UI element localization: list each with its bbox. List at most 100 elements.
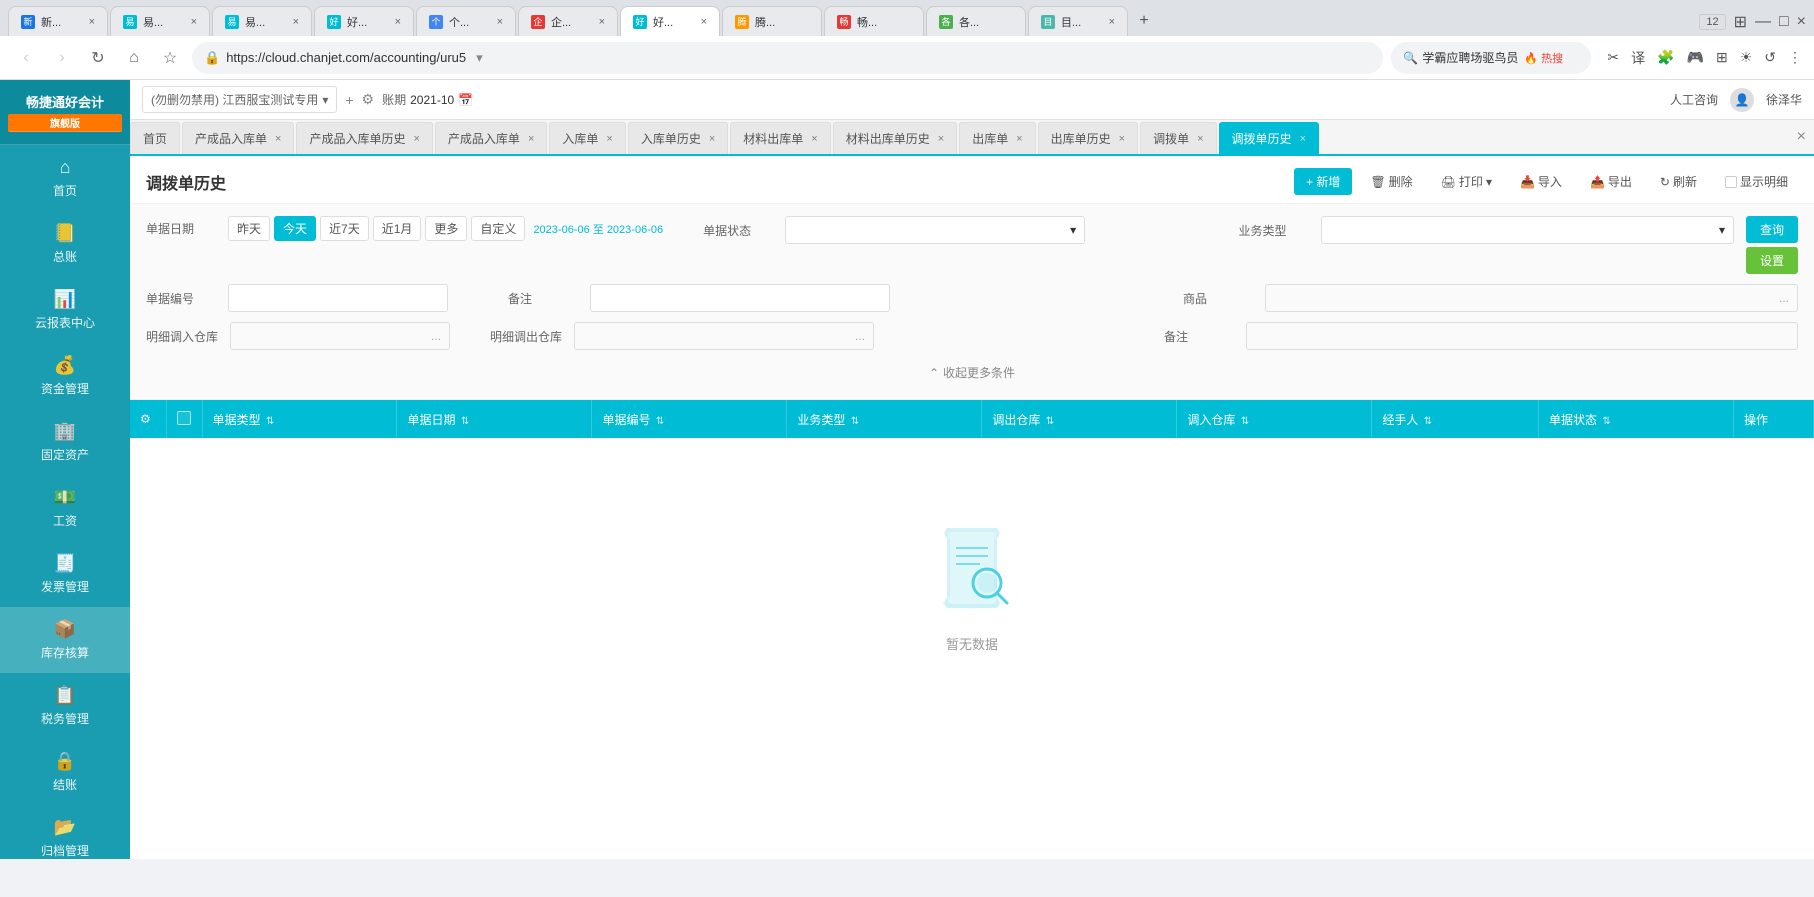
date-btn-7days[interactable]: 近7天 [320, 216, 369, 241]
status-select[interactable]: ▾ [785, 216, 1085, 244]
browser-tab-8[interactable]: 腾 腾... [722, 6, 822, 36]
maximize-btn[interactable]: □ [1779, 13, 1789, 31]
tab-close-content-5[interactable]: × [709, 133, 715, 145]
new-tab-btn[interactable]: + [1130, 6, 1158, 36]
date-btn-yesterday[interactable]: 昨天 [228, 216, 270, 241]
sidebar-item-archive[interactable]: 📂 归档管理 [0, 805, 130, 859]
th-from-warehouse[interactable]: 调出仓库 ⇅ [982, 400, 1177, 438]
date-btn-more[interactable]: 更多 [425, 216, 467, 241]
sidebar-item-tax[interactable]: 📋 税务管理 [0, 673, 130, 739]
th-business[interactable]: 业务类型 ⇅ [787, 400, 982, 438]
date-btn-custom[interactable]: 自定义 [471, 216, 525, 241]
refresh-btn[interactable]: ↻ 刷新 [1650, 168, 1707, 195]
bookmark-btn[interactable]: ☆ [156, 44, 184, 72]
undo-icon[interactable]: ↺ [1764, 49, 1776, 66]
query-btn[interactable]: 查询 [1746, 216, 1798, 243]
tab-close-1[interactable]: × [89, 16, 95, 28]
close-page-btn[interactable]: × [1789, 128, 1814, 146]
back-btn[interactable]: ‹ [12, 44, 40, 72]
new-btn[interactable]: + 新增 [1294, 168, 1352, 195]
tab-close-content-3[interactable]: × [528, 133, 534, 145]
service-btn[interactable]: 人工咨询 [1670, 91, 1718, 108]
tab-close-content-6[interactable]: × [811, 133, 817, 145]
to-warehouse-selector[interactable]: ... [574, 322, 874, 350]
tab-close-content-8[interactable]: × [1016, 133, 1022, 145]
more-icon[interactable]: ⋮ [1788, 49, 1802, 66]
minimize-btn[interactable]: — [1755, 13, 1771, 31]
tab-close-content-10[interactable]: × [1197, 133, 1203, 145]
tab-close-content-9[interactable]: × [1119, 133, 1125, 145]
content-tab-8[interactable]: 出库单 × [959, 122, 1035, 154]
doc-no-input[interactable] [228, 284, 448, 312]
browser-tab-2[interactable]: 易 易... × [110, 6, 210, 36]
print-dropdown-icon[interactable]: ▾ [1486, 175, 1492, 189]
home-nav-btn[interactable]: ⌂ [120, 44, 148, 72]
content-tab-2[interactable]: 产成品入库单历史 × [296, 122, 432, 154]
calendar-icon[interactable]: 📅 [458, 93, 473, 107]
extension-icon[interactable]: 🧩 [1657, 49, 1674, 66]
browser-tab-10[interactable]: 各 各... [926, 6, 1026, 36]
content-tab-10[interactable]: 调拨单 × [1140, 122, 1216, 154]
scissor-icon[interactable]: ✂ [1607, 49, 1619, 66]
tab-close-content-2[interactable]: × [413, 133, 419, 145]
browser-tab-9[interactable]: 畅 畅... [824, 6, 924, 36]
th-to-warehouse[interactable]: 调入仓库 ⇅ [1177, 400, 1372, 438]
tab-close-5[interactable]: × [497, 16, 503, 28]
content-tab-7[interactable]: 材料出库单历史 × [833, 122, 957, 154]
content-tab-11[interactable]: 调拨单历史 × [1219, 122, 1319, 154]
tab-close-2[interactable]: × [191, 16, 197, 28]
sidebar-item-closing[interactable]: 🔒 结账 [0, 739, 130, 805]
sidebar-item-payroll[interactable]: 💵 工资 [0, 475, 130, 541]
th-checkbox[interactable] [166, 400, 202, 438]
game-icon[interactable]: 🎮 [1687, 49, 1704, 66]
remark-input[interactable] [1246, 322, 1798, 350]
content-tab-9[interactable]: 出库单历史 × [1038, 122, 1138, 154]
settings-gear-btn[interactable]: ⚙ [362, 91, 375, 108]
refresh-nav-btn[interactable]: ↻ [84, 44, 112, 72]
print-btn[interactable]: 🖨 打印 ▾ [1431, 168, 1502, 195]
th-type[interactable]: 单据类型 ⇅ [202, 400, 397, 438]
search-bar[interactable]: 🔍 学霸应聘场驱鸟员 🔥 热搜 [1391, 42, 1591, 74]
tab-list-btn[interactable]: ⊞ [1734, 12, 1747, 32]
delete-btn[interactable]: 🗑 删除 [1360, 168, 1422, 195]
th-number[interactable]: 单据编号 ⇅ [592, 400, 787, 438]
display-btn[interactable]: 显示明细 [1715, 168, 1798, 195]
th-status[interactable]: 单据状态 ⇅ [1539, 400, 1734, 438]
set-btn[interactable]: 设置 [1746, 247, 1798, 274]
business-type-select[interactable]: ▾ [1321, 216, 1734, 244]
th-settings[interactable]: ⚙ [130, 400, 166, 438]
th-handler[interactable]: 经手人 ⇅ [1372, 400, 1539, 438]
browser-tab-4[interactable]: 好 好... × [314, 6, 414, 36]
content-tab-5[interactable]: 入库单历史 × [628, 122, 728, 154]
forward-btn[interactable]: › [48, 44, 76, 72]
browser-tab-11[interactable]: 目 目... × [1028, 6, 1128, 36]
content-tab-home[interactable]: 首页 [130, 122, 180, 154]
export-btn[interactable]: 📤 导出 [1580, 168, 1642, 195]
tab-close-7[interactable]: × [701, 16, 707, 28]
tab-close-content-1[interactable]: × [275, 133, 281, 145]
th-date[interactable]: 单据日期 ⇅ [397, 400, 592, 438]
goods-selector[interactable]: ... [1265, 284, 1798, 312]
user-avatar[interactable]: 👤 [1730, 88, 1754, 112]
browser-tab-1[interactable]: 新 新... × [8, 6, 108, 36]
content-tab-1[interactable]: 产成品入库单 × [182, 122, 294, 154]
collapse-more-btn[interactable]: ⌃ 收起更多条件 [146, 358, 1798, 387]
sidebar-item-capital[interactable]: 💰 资金管理 [0, 343, 130, 409]
tab-count-badge[interactable]: 12 [1699, 14, 1725, 30]
browser-tab-6[interactable]: 企 企... × [518, 6, 618, 36]
grid-icon[interactable]: ⊞ [1716, 49, 1728, 66]
add-company-btn[interactable]: + [345, 92, 353, 108]
brightness-icon[interactable]: ☀ [1740, 49, 1753, 66]
tab-close-4[interactable]: × [395, 16, 401, 28]
note-input[interactable] [590, 284, 890, 312]
import-btn[interactable]: 📥 导入 [1510, 168, 1572, 195]
from-warehouse-selector[interactable]: ... [230, 322, 450, 350]
tab-close-content-4[interactable]: × [606, 133, 612, 145]
sidebar-item-inventory[interactable]: 📦 库存核算 [0, 607, 130, 673]
tab-close-6[interactable]: × [599, 16, 605, 28]
tab-close-content-7[interactable]: × [938, 133, 944, 145]
sidebar-item-invoice[interactable]: 🧾 发票管理 [0, 541, 130, 607]
tab-close-3[interactable]: × [293, 16, 299, 28]
sidebar-item-reports[interactable]: 📊 云报表中心 [0, 277, 130, 343]
date-btn-today[interactable]: 今天 [274, 216, 316, 241]
